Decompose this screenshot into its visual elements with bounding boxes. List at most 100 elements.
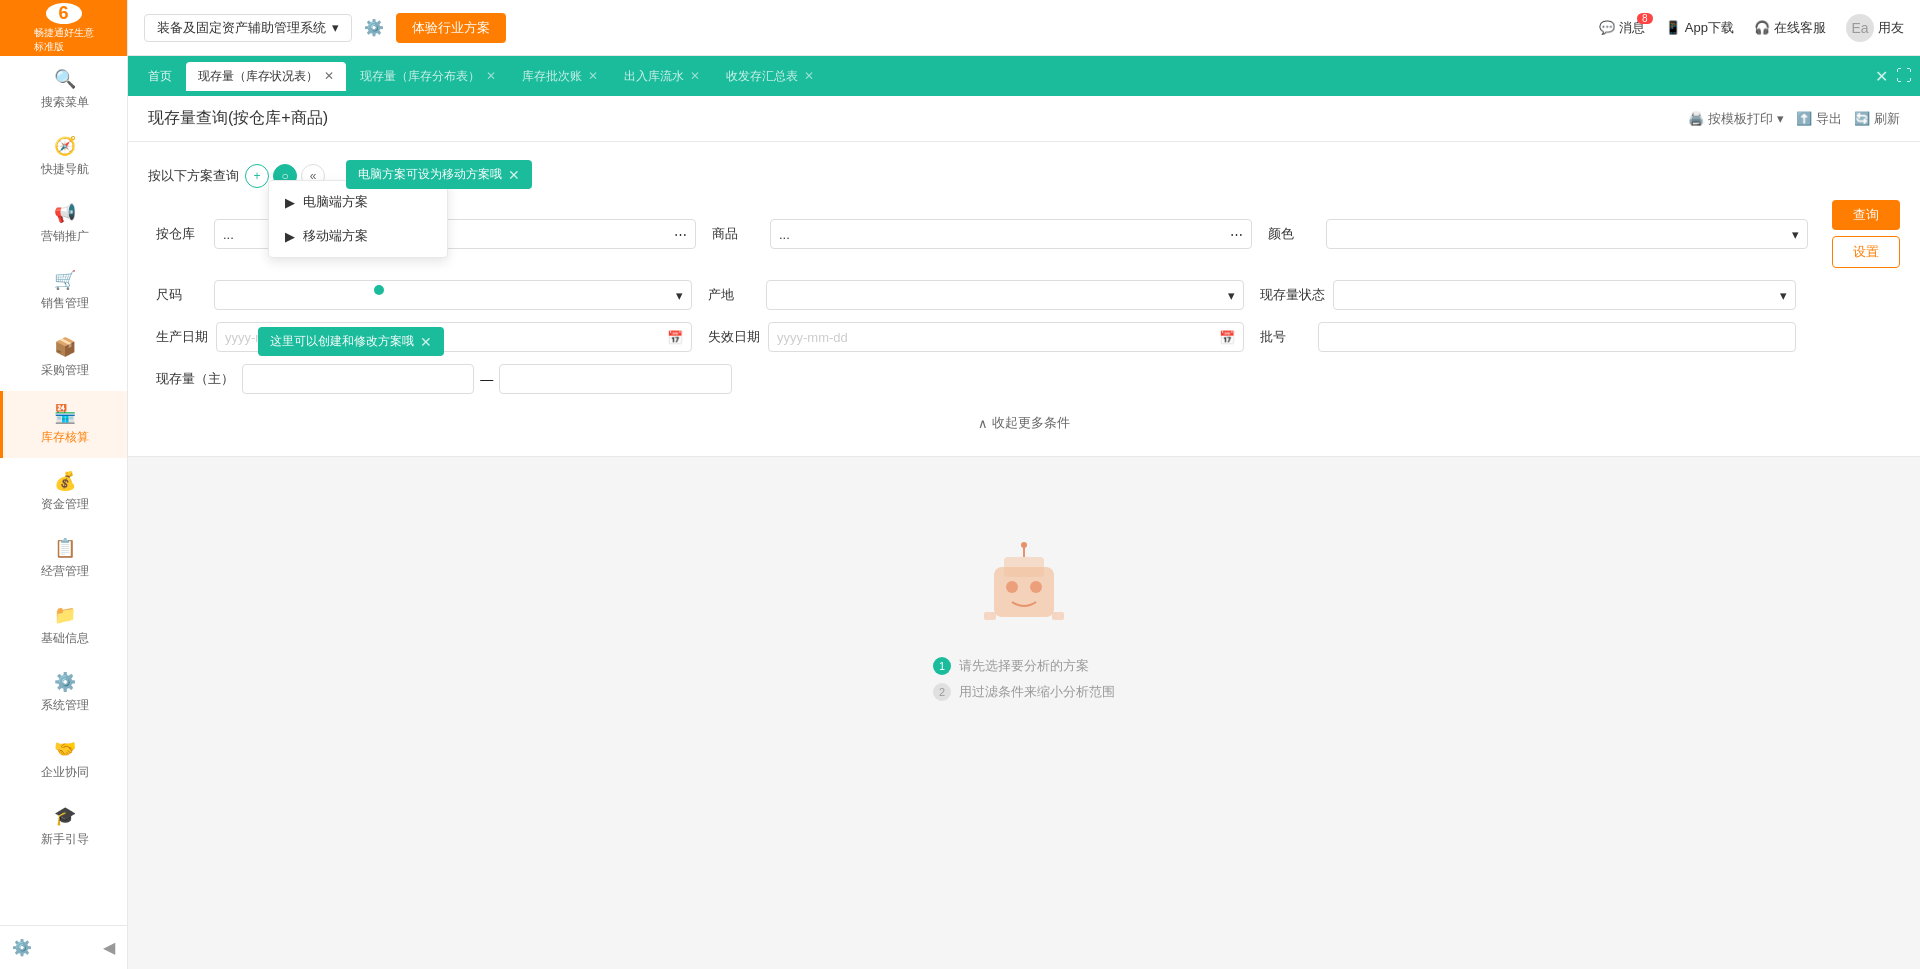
avatar-text: Ea (1851, 20, 1868, 36)
tooltip-add-close[interactable]: ✕ (508, 167, 520, 183)
sidebar-item-purchase[interactable]: 📦 采购管理 (0, 324, 127, 391)
stock-status-select[interactable]: ▾ (1333, 280, 1796, 310)
color-select[interactable]: ▾ (1326, 219, 1808, 249)
settings-bottom-icon[interactable]: ⚙️ (12, 938, 32, 957)
origin-select[interactable]: ▾ (766, 280, 1244, 310)
collapse-sidebar-icon[interactable]: ◀ (103, 938, 115, 957)
add-scheme-btn[interactable]: + (245, 164, 269, 188)
refresh-label: 刷新 (1874, 110, 1900, 128)
app-download-action[interactable]: 📱 App下载 (1665, 19, 1734, 37)
tab-close-inventory-dist[interactable]: ✕ (486, 69, 496, 83)
filter-color: 颜色 ▾ (1268, 200, 1808, 268)
sidebar-item-finance[interactable]: 💰 资金管理 (0, 458, 127, 525)
message-action[interactable]: 💬 消息 8 (1599, 19, 1645, 37)
stock-qty-from[interactable] (242, 364, 474, 394)
operation-nav-icon: 📋 (54, 537, 76, 559)
main-content: 装备及固定资产辅助管理系统 ▾ ⚙️ 体验行业方案 💬 消息 8 📱 App下载… (128, 0, 1920, 969)
filter-origin: 产地 ▾ (708, 280, 1244, 310)
quicknav-nav-icon: 🧭 (54, 135, 76, 157)
svg-rect-6 (984, 612, 996, 620)
print-icon: 🖨️ (1688, 111, 1704, 126)
trial-button[interactable]: 体验行业方案 (396, 13, 506, 43)
tab-inventory-status[interactable]: 现存量（库存状况表） ✕ (186, 62, 346, 91)
expand-desktop-icon: ▶ (285, 195, 295, 210)
marketing-nav-icon: 📢 (54, 202, 76, 224)
svg-rect-1 (1004, 557, 1044, 577)
tab-label-inout: 出入库流水 (624, 68, 684, 85)
tab-home[interactable]: 首页 (136, 62, 184, 91)
exp-date-input[interactable]: yyyy-mm-dd 📅 (768, 322, 1244, 352)
gear-button[interactable]: ⚙️ (364, 18, 384, 37)
app-download-label: App下载 (1685, 19, 1734, 37)
empty-illustration (974, 537, 1074, 637)
sales-nav-icon: 🛒 (54, 269, 76, 291)
svg-point-2 (1006, 581, 1018, 593)
export-icon: ⬆️ (1796, 111, 1812, 126)
scheme-desktop-label: 电脑端方案 (303, 193, 368, 211)
tab-expand-icon[interactable]: ⛶ (1896, 67, 1912, 85)
empty-step-2: 2 用过滤条件来缩小分析范围 (933, 683, 1115, 701)
stock-status-chevron-icon: ▾ (1780, 288, 1787, 303)
tab-close-inout[interactable]: ✕ (690, 69, 700, 83)
collapse-chevron-icon: ∧ (978, 416, 988, 431)
filter-stock-status: 现存量状态 ▾ (1260, 280, 1796, 310)
tab-close-receive[interactable]: ✕ (804, 69, 814, 83)
export-action[interactable]: ⬆️ 导出 (1796, 110, 1842, 128)
goods-placeholder: ... (779, 227, 790, 242)
sidebar-label-finance: 资金管理 (41, 496, 89, 513)
prod-date-cal-icon[interactable]: 📅 (667, 330, 683, 345)
header-right: 💬 消息 8 📱 App下载 🎧 在线客服 Ea 用友 (1599, 14, 1904, 42)
tab-inventory-dist[interactable]: 现存量（库存分布表） ✕ (348, 62, 508, 91)
refresh-icon: 🔄 (1854, 111, 1870, 126)
color-chevron-icon: ▾ (1792, 227, 1799, 242)
scheme-tooltip: 这里可以创建和修改方案哦 ✕ (258, 327, 444, 356)
sidebar-bottom: ⚙️ ◀ (0, 925, 127, 969)
search-button[interactable]: 查询 (1832, 200, 1900, 230)
app-selector[interactable]: 装备及固定资产辅助管理系统 ▾ (144, 14, 352, 42)
page-content: 现存量查询(按仓库+商品) 🖨️ 按模板打印 ▾ ⬆️ 导出 🔄 刷新 (128, 96, 1920, 969)
batch-no-input[interactable] (1318, 322, 1796, 352)
user-label: 用友 (1878, 19, 1904, 37)
stock-qty-to[interactable] (499, 364, 731, 394)
sidebar-item-inventory[interactable]: 🏪 库存核算 (0, 391, 127, 458)
online-service-action[interactable]: 🎧 在线客服 (1754, 19, 1826, 37)
goods-select[interactable]: ... ⋯ (770, 219, 1252, 249)
scheme-item-mobile[interactable]: ▶ 移动端方案 (269, 219, 447, 253)
add-scheme-dot (374, 285, 384, 295)
empty-steps: 1 请先选择要分析的方案 2 用过滤条件来缩小分析范围 (933, 657, 1115, 701)
header-left: 装备及固定资产辅助管理系统 ▾ ⚙️ 体验行业方案 (144, 13, 506, 43)
tab-inout[interactable]: 出入库流水 ✕ (612, 62, 712, 91)
sidebar-label-newbie: 新手引导 (41, 831, 89, 848)
tab-close-batch[interactable]: ✕ (588, 69, 598, 83)
message-icon: 💬 (1599, 20, 1615, 35)
sidebar-item-quicknav[interactable]: 🧭 快捷导航 (0, 123, 127, 190)
exp-date-cal-icon[interactable]: 📅 (1219, 330, 1235, 345)
print-action[interactable]: 🖨️ 按模板打印 ▾ (1688, 110, 1784, 128)
sidebar-item-company[interactable]: 🤝 企业协同 (0, 726, 127, 793)
settings-button[interactable]: 设置 (1832, 236, 1900, 268)
tab-batch[interactable]: 库存批次账 ✕ (510, 62, 610, 91)
sidebar-item-newbie[interactable]: 🎓 新手引导 (0, 793, 127, 860)
sidebar-item-search[interactable]: 🔍 搜索菜单 (0, 56, 127, 123)
print-chevron-icon: ▾ (1777, 111, 1784, 126)
refresh-action[interactable]: 🔄 刷新 (1854, 110, 1900, 128)
size-select[interactable]: ▾ (214, 280, 692, 310)
scheme-item-desktop[interactable]: ▶ 电脑端方案 (269, 185, 447, 219)
svg-point-5 (1021, 542, 1027, 548)
tab-close-inventory-status[interactable]: ✕ (324, 69, 334, 83)
sidebar-item-operation[interactable]: 📋 经营管理 (0, 525, 127, 592)
user-action[interactable]: Ea 用友 (1846, 14, 1904, 42)
tooltip-add-text: 电脑方案可设为移动方案哦 (358, 166, 502, 183)
tab-close-all-icon[interactable]: ✕ (1875, 67, 1888, 86)
sidebar-item-basic[interactable]: 📁 基础信息 (0, 592, 127, 659)
collapse-button[interactable]: ∧ 收起更多条件 (970, 410, 1078, 436)
sidebar-logo: 6 畅捷通好生意标准版 (0, 0, 127, 56)
step-1-text: 请先选择要分析的方案 (959, 657, 1089, 675)
sidebar-label-quicknav: 快捷导航 (41, 161, 89, 178)
sidebar-item-marketing[interactable]: 📢 营销推广 (0, 190, 127, 257)
tab-receive[interactable]: 收发存汇总表 ✕ (714, 62, 826, 91)
tooltip-scheme-close[interactable]: ✕ (420, 334, 432, 350)
sidebar-item-system[interactable]: ⚙️ 系统管理 (0, 659, 127, 726)
sidebar-item-sales[interactable]: 🛒 销售管理 (0, 257, 127, 324)
stock-status-label: 现存量状态 (1260, 286, 1325, 304)
